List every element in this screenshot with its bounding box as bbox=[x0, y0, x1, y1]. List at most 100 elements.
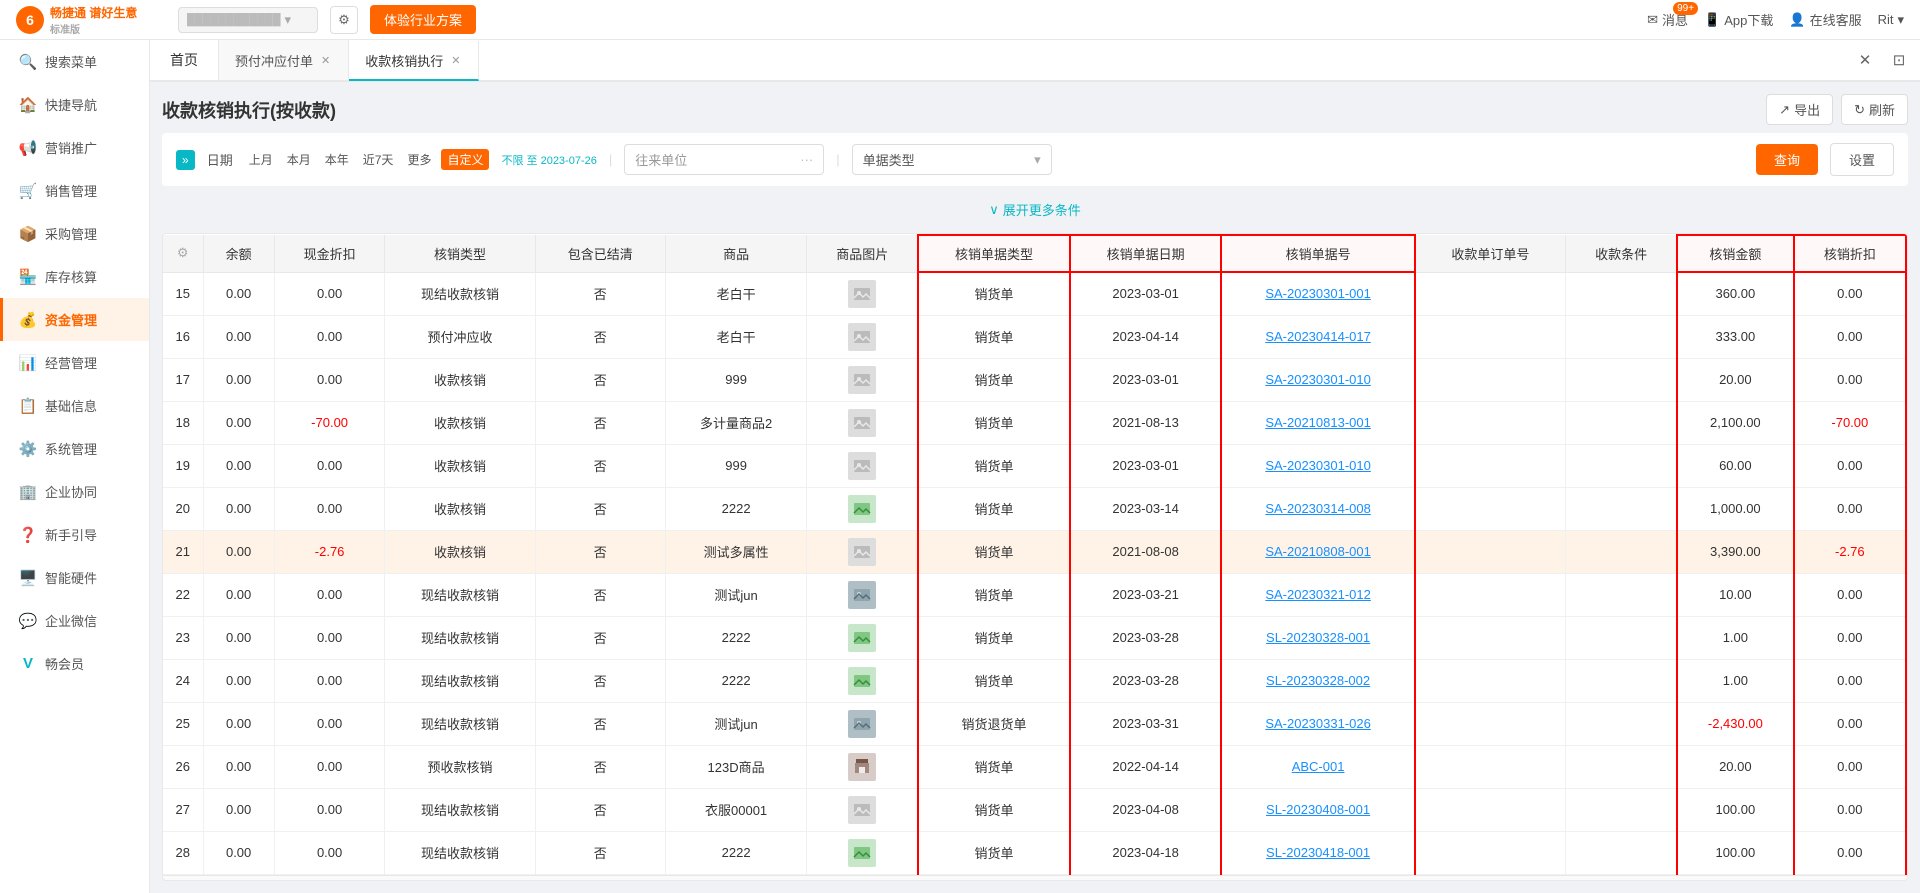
sidebar-item-member[interactable]: V 畅会员 bbox=[0, 642, 149, 685]
cell-img bbox=[807, 487, 918, 530]
sidebar-item-enterprise[interactable]: 🏢 企业协同 bbox=[0, 470, 149, 513]
company-selector[interactable]: ████████████ ▾ bbox=[178, 7, 318, 33]
sidebar-item-sales[interactable]: 🛒 销售管理 bbox=[0, 169, 149, 212]
cell-balance: 0.00 bbox=[203, 487, 274, 530]
cell-num: 22 bbox=[163, 573, 203, 616]
cell-bill-no[interactable]: SA-20230314-008 bbox=[1221, 487, 1414, 530]
sidebar-item-purchase[interactable]: 📦 采购管理 bbox=[0, 212, 149, 255]
cell-bill-type: 销货单 bbox=[918, 573, 1070, 616]
sidebar-label-hardware: 智能硬件 bbox=[45, 568, 97, 587]
cell-type: 现结收款核销 bbox=[385, 788, 535, 831]
cell-bill-no[interactable]: SA-20230321-012 bbox=[1221, 573, 1414, 616]
cell-bill-no[interactable]: SA-20230414-017 bbox=[1221, 315, 1414, 358]
sidebar-item-wechat[interactable]: 💬 企业微信 bbox=[0, 599, 149, 642]
table-row: 23 0.00 0.00 现结收款核销 否 2222 销货单 2023-03-2… bbox=[163, 616, 1906, 659]
tab-verification[interactable]: 收款核销执行 ✕ bbox=[349, 41, 479, 81]
col-settings[interactable]: ⚙ bbox=[163, 235, 203, 272]
user-menu[interactable]: Rit ▾ bbox=[1878, 12, 1904, 28]
cell-bill-no[interactable]: ABC-001 bbox=[1221, 745, 1414, 788]
cell-balance: 0.00 bbox=[203, 530, 274, 573]
close-window-icon[interactable]: ✕ bbox=[1852, 47, 1878, 73]
tab-home[interactable]: 首页 bbox=[150, 40, 219, 80]
tab-verification-close-icon[interactable]: ✕ bbox=[449, 52, 462, 69]
table-row: 26 0.00 0.00 预收款核销 否 123D商品 销货单 2022-04-… bbox=[163, 745, 1906, 788]
export-button[interactable]: ↗ 导出 bbox=[1766, 94, 1833, 125]
sidebar-item-basic[interactable]: 📋 基础信息 bbox=[0, 384, 149, 427]
refresh-button[interactable]: ↻ 刷新 bbox=[1841, 94, 1908, 125]
cell-cash-discount: 0.00 bbox=[274, 573, 385, 616]
cell-bill-no[interactable]: SA-20210808-001 bbox=[1221, 530, 1414, 573]
cell-cash-discount: 0.00 bbox=[274, 788, 385, 831]
filter-bar: » 日期 上月 本月 本年 近7天 更多 自定义 不限 至 2023-07-26… bbox=[162, 133, 1908, 186]
date-label: 日期 bbox=[207, 150, 233, 169]
cell-bill-no[interactable]: SL-20230328-002 bbox=[1221, 659, 1414, 702]
cell-bill-type: 销货单 bbox=[918, 659, 1070, 702]
cell-bill-no[interactable]: SA-20230301-010 bbox=[1221, 358, 1414, 401]
bill-type-select[interactable]: 单据类型 ▾ bbox=[852, 144, 1052, 175]
sidebar-item-quick[interactable]: 🏠 快捷导航 bbox=[0, 83, 149, 126]
column-settings-icon[interactable]: ⚙ bbox=[173, 245, 193, 261]
sidebar-item-system[interactable]: ⚙️ 系统管理 bbox=[0, 427, 149, 470]
this-year-btn[interactable]: 本年 bbox=[321, 149, 353, 170]
sidebar-item-inventory[interactable]: 🏪 库存核算 bbox=[0, 255, 149, 298]
cell-cash-discount: 0.00 bbox=[274, 745, 385, 788]
hardware-icon: 🖥️ bbox=[19, 569, 37, 587]
expand-more-icon: ∨ bbox=[989, 202, 999, 218]
sidebar-item-marketing[interactable]: 📢 营销推广 bbox=[0, 126, 149, 169]
this-month-btn[interactable]: 本月 bbox=[283, 149, 315, 170]
cell-amount: 1,000.00 bbox=[1677, 487, 1794, 530]
last-7days-btn[interactable]: 近7天 bbox=[359, 149, 398, 170]
cell-bill-no[interactable]: SA-20230301-010 bbox=[1221, 444, 1414, 487]
cell-included: 否 bbox=[535, 315, 665, 358]
tab-verification-label: 收款核销执行 bbox=[365, 51, 443, 70]
cell-num: 21 bbox=[163, 530, 203, 573]
cell-bill-no[interactable]: SL-20230408-001 bbox=[1221, 788, 1414, 831]
cell-type: 收款核销 bbox=[385, 358, 535, 401]
table-settings-button[interactable]: 设置 bbox=[1830, 143, 1894, 176]
cell-discount: 0.00 bbox=[1794, 702, 1906, 745]
cell-order-no bbox=[1415, 702, 1566, 745]
sidebar-item-guide[interactable]: ❓ 新手引导 bbox=[0, 513, 149, 556]
cell-bill-no[interactable]: SL-20230328-001 bbox=[1221, 616, 1414, 659]
inventory-icon: 🏪 bbox=[19, 268, 37, 286]
expand-button[interactable]: » bbox=[176, 150, 195, 170]
cell-payment-terms bbox=[1566, 831, 1677, 874]
cell-discount: 0.00 bbox=[1794, 444, 1906, 487]
sidebar-item-operation[interactable]: 📊 经营管理 bbox=[0, 341, 149, 384]
sidebar-item-funds[interactable]: 💰 资金管理 bbox=[0, 298, 149, 341]
cell-bill-no[interactable]: SL-20230418-001 bbox=[1221, 831, 1414, 874]
table-footer: 40,556,66... 952.24 bbox=[163, 875, 1907, 882]
cell-bill-no[interactable]: SA-20230301-001 bbox=[1221, 272, 1414, 315]
cell-cash-discount: 0.00 bbox=[274, 659, 385, 702]
cell-bill-no[interactable]: SA-20230331-026 bbox=[1221, 702, 1414, 745]
message-button[interactable]: ✉ 消息 99+ bbox=[1647, 10, 1688, 29]
dots-icon: ··· bbox=[800, 152, 813, 167]
cell-payment-terms bbox=[1566, 315, 1677, 358]
col-bill-no: 核销单据号 bbox=[1221, 235, 1414, 272]
tab-prepay[interactable]: 预付冲应付单 ✕ bbox=[219, 40, 349, 80]
cell-cash-discount: 0.00 bbox=[274, 487, 385, 530]
tab-prepay-close-icon[interactable]: ✕ bbox=[319, 52, 332, 69]
trial-btn[interactable]: 体验行业方案 bbox=[370, 5, 476, 34]
expand-more-bar[interactable]: ∨ 展开更多条件 bbox=[162, 194, 1908, 225]
cell-bill-type: 销货单 bbox=[918, 788, 1070, 831]
cell-bill-no[interactable]: SA-20210813-001 bbox=[1221, 401, 1414, 444]
app-download-icon: 📱 bbox=[1704, 12, 1720, 28]
settings-icon[interactable]: ⚙ bbox=[330, 6, 358, 34]
cell-cash-discount: 0.00 bbox=[274, 616, 385, 659]
query-button[interactable]: 查询 bbox=[1756, 144, 1818, 175]
brand-sublabel: 标准版 bbox=[50, 21, 137, 36]
cell-bill-type: 销货单 bbox=[918, 358, 1070, 401]
sidebar-item-search[interactable]: 🔍 搜索菜单 bbox=[0, 40, 149, 83]
custom-date-btn[interactable]: 自定义 bbox=[441, 149, 489, 170]
app-download-button[interactable]: 📱 App下载 bbox=[1704, 10, 1773, 29]
cell-amount: 100.00 bbox=[1677, 831, 1794, 874]
more-dates-btn[interactable]: 更多 bbox=[403, 149, 435, 170]
counterpart-input[interactable]: 往来单位 ··· bbox=[624, 144, 824, 175]
sidebar-item-hardware[interactable]: 🖥️ 智能硬件 bbox=[0, 556, 149, 599]
maximize-icon[interactable]: ⊡ bbox=[1886, 47, 1912, 73]
cell-included: 否 bbox=[535, 616, 665, 659]
online-service-button[interactable]: 👤 在线客服 bbox=[1789, 10, 1861, 29]
last-month-btn[interactable]: 上月 bbox=[245, 149, 277, 170]
cell-discount: 0.00 bbox=[1794, 358, 1906, 401]
